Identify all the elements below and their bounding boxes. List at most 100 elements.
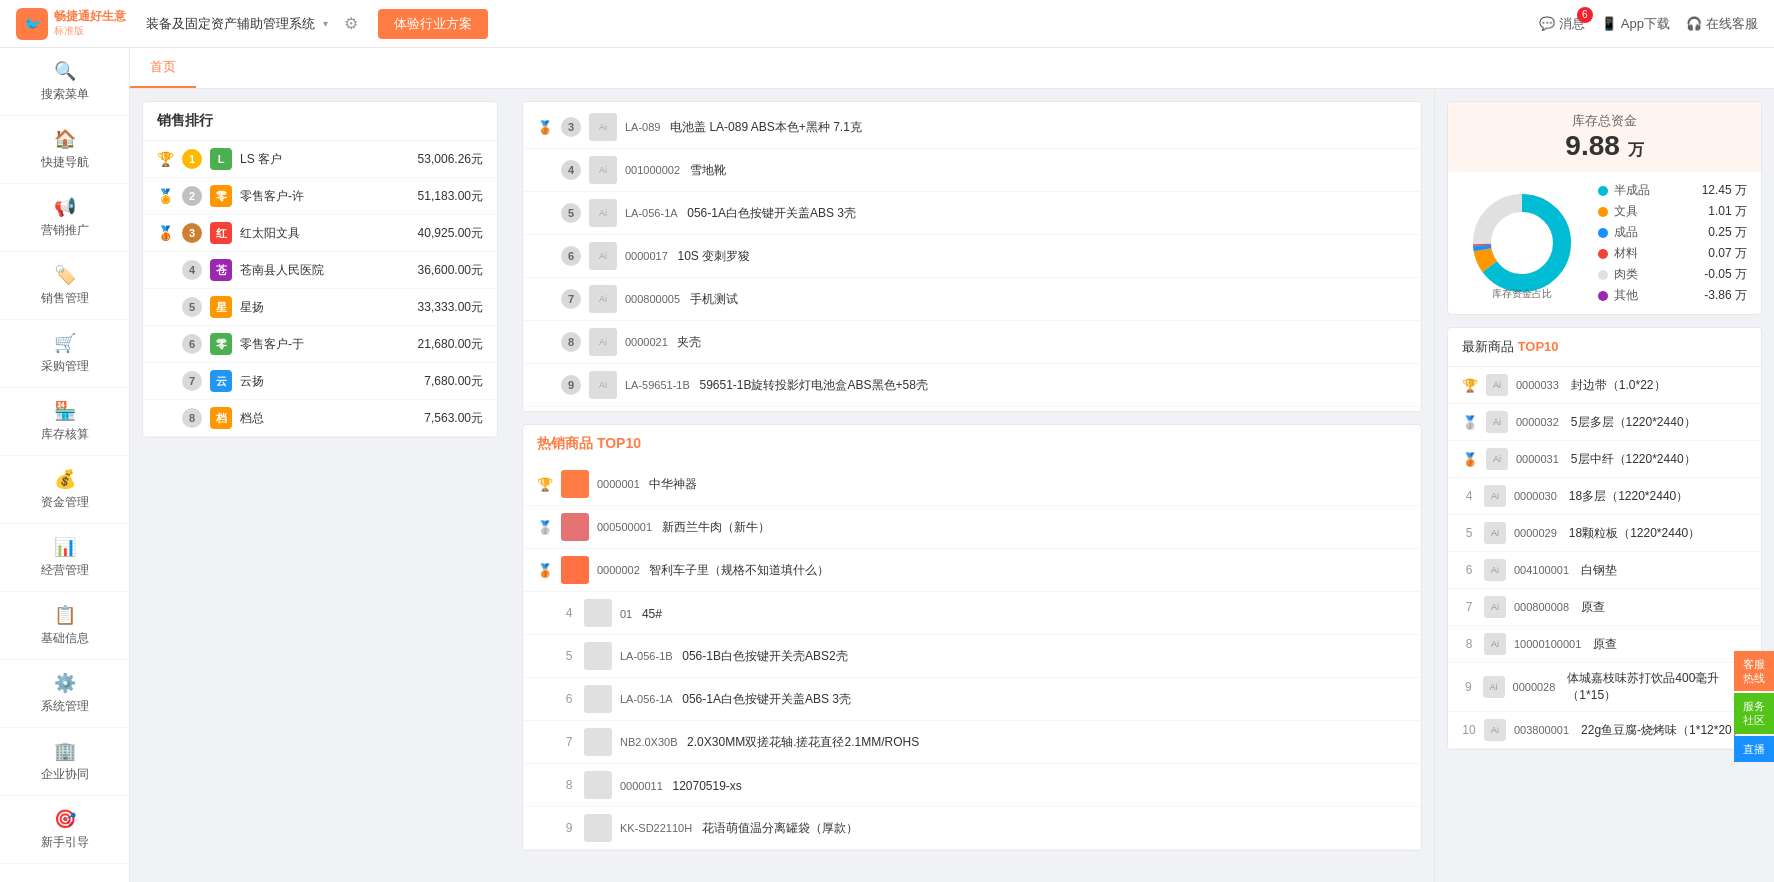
- sidebar-item-enterprise[interactable]: 🏢 企业协同: [0, 728, 129, 796]
- new-product-5: 5 Ai 0000029 18颗粒板（1220*2440）: [1448, 515, 1761, 552]
- rank-amount-8: 7,563.00元: [424, 410, 483, 427]
- hot-info-9: KK-SD22110H 花语萌值温分离罐袋（厚款）: [620, 820, 1407, 837]
- hot-name-3: 智利车子里（规格不知道填什么）: [649, 563, 829, 577]
- middle-rank-num-3: 3: [561, 117, 581, 137]
- hot-item-7: 🥉 7 NB2.0X30B 2.0X30MM双搓花轴.搓花直径2.1MM/ROH…: [523, 721, 1421, 764]
- rank-name-3: 红太阳文具: [240, 225, 410, 242]
- middle-product-img-3: Ai: [589, 113, 617, 141]
- new-code-2: 0000032: [1516, 416, 1559, 428]
- chart-legend: 半成品 12.45 万 文具 1.01 万 成品 0: [1598, 182, 1747, 304]
- new-code-3: 0000031: [1516, 453, 1559, 465]
- basic-icon: 📋: [54, 604, 76, 626]
- sidebar-label-guide: 新手引导: [41, 834, 89, 851]
- message-action[interactable]: 💬 消息 6: [1539, 15, 1585, 33]
- sidebar-item-inventory[interactable]: 🏪 库存核算: [0, 388, 129, 456]
- hot-code-9: KK-SD22110H: [620, 822, 692, 834]
- hot-item-4: 🥉 4 01 45#: [523, 592, 1421, 635]
- inventory-total-section: 库存总资金 9.88 万: [1448, 102, 1761, 172]
- inventory-label: 库存总资金: [1464, 112, 1745, 130]
- sidebar-item-purchase[interactable]: 🛒 采购管理: [0, 320, 129, 388]
- new-num-6: 6: [1462, 563, 1476, 577]
- rank-amount-4: 36,600.00元: [418, 262, 483, 279]
- legend-value-6: -3.86 万: [1704, 287, 1747, 304]
- new-img-9: Ai: [1483, 676, 1505, 698]
- rank-name-4: 苍南县人民医院: [240, 262, 410, 279]
- rank-num-3: 3: [182, 223, 202, 243]
- middle-product-code-4: 001000002: [625, 164, 680, 176]
- rank-num-6: 6: [182, 334, 202, 354]
- rank-num-5: 5: [182, 297, 202, 317]
- gear-icon[interactable]: ⚙: [344, 14, 358, 33]
- message-badge: 6: [1577, 7, 1593, 23]
- legend-dot-1: [1598, 186, 1608, 196]
- sales-ranking-body: 🏆 1 L LS 客户 53,006.26元 🏅 2 零 零售客户-许 51,1…: [143, 141, 497, 437]
- middle-product-code-6: 0000017: [625, 250, 668, 262]
- hot-img-2: [561, 513, 589, 541]
- hot-code-7: NB2.0X30B: [620, 736, 677, 748]
- sidebar-item-operation[interactable]: 📊 经营管理: [0, 524, 129, 592]
- hot-img-8: [584, 771, 612, 799]
- rank-trophy-3: 🥉: [537, 120, 553, 135]
- hot-rank-8: 8: [562, 778, 576, 792]
- new-product-9: 9 Ai 0000028 体城嘉枝味苏打饮品400毫升（1*15）: [1448, 663, 1761, 712]
- top-actions: 💬 消息 6 📱 App下载 🎧 在线客服: [1539, 15, 1758, 33]
- hot-name-9: 花语萌值温分离罐袋（厚款）: [702, 821, 858, 835]
- sidebar-item-finance[interactable]: 💰 资金管理: [0, 456, 129, 524]
- app-download-label: App下载: [1621, 15, 1670, 33]
- hot-img-1: [561, 470, 589, 498]
- newest-top10: TOP10: [1518, 339, 1559, 354]
- hot-item-8: 🥉 8 0000011 12070519-xs: [523, 764, 1421, 807]
- newest-products-list: 🏆 Ai 0000033 封边带（1.0*22） 🥈 Ai 0000032 5层…: [1448, 367, 1761, 749]
- hot-rank-5: 5: [562, 649, 576, 663]
- middle-product-img-8: Ai: [589, 328, 617, 356]
- float-btn-service[interactable]: 客服热线: [1734, 651, 1774, 692]
- float-btn-live[interactable]: 直播: [1734, 736, 1774, 762]
- rank-item-1: 🏆 1 L LS 客户 53,006.26元: [143, 141, 497, 178]
- new-product-6: 6 Ai 004100001 白钢垫: [1448, 552, 1761, 589]
- middle-product-7: 🥉 7 Ai 000800005 手机测试: [523, 278, 1421, 321]
- app-download-action[interactable]: 📱 App下载: [1601, 15, 1670, 33]
- legend-dot-2: [1598, 207, 1608, 217]
- trial-button[interactable]: 体验行业方案: [378, 9, 488, 39]
- hot-code-5: LA-056-1B: [620, 650, 673, 662]
- logo-icon: 🐦: [16, 8, 48, 40]
- sidebar-item-basic[interactable]: 📋 基础信息: [0, 592, 129, 660]
- middle-rank-num-5: 5: [561, 203, 581, 223]
- legend-name-2: 文具: [1614, 203, 1702, 220]
- sidebar: 🔍 搜索菜单 🏠 快捷导航 📢 营销推广 🏷️ 销售管理 🛒 采购管理 🏪 库存…: [0, 48, 130, 882]
- hot-code-4: 01: [620, 608, 632, 620]
- sidebar-item-search[interactable]: 🔍 搜索菜单: [0, 48, 129, 116]
- sidebar-item-quick[interactable]: 🏠 快捷导航: [0, 116, 129, 184]
- hot-rank-6: 6: [562, 692, 576, 706]
- sidebar-label-system: 系统管理: [41, 698, 89, 715]
- hot-products-title-text: 热销商品 TOP10: [537, 435, 641, 451]
- sidebar-item-system[interactable]: ⚙️ 系统管理: [0, 660, 129, 728]
- hot-products-list: 🏆 0000001 中华神器 🥈 000500001: [523, 463, 1421, 850]
- new-img-1: Ai: [1486, 374, 1508, 396]
- rank-name-8: 档总: [240, 410, 416, 427]
- new-product-1: 🏆 Ai 0000033 封边带（1.0*22）: [1448, 367, 1761, 404]
- online-service-action[interactable]: 🎧 在线客服: [1686, 15, 1758, 33]
- marketing-icon: 📢: [54, 196, 76, 218]
- float-btn-community[interactable]: 服务社区: [1734, 693, 1774, 734]
- rank-avatar-3: 红: [210, 222, 232, 244]
- hot-img-9: [584, 814, 612, 842]
- middle-rank-num-9: 9: [561, 375, 581, 395]
- middle-product-name-7: 手机测试: [690, 292, 738, 306]
- new-code-10: 003800001: [1514, 724, 1569, 736]
- new-name-6: 白钢垫: [1581, 562, 1617, 579]
- tab-home[interactable]: 首页: [130, 48, 196, 88]
- sidebar-item-sales[interactable]: 🏷️ 销售管理: [0, 252, 129, 320]
- rank-avatar-5: 星: [210, 296, 232, 318]
- hot-products-card: 热销商品 TOP10 🏆 0000001 中华神器 🥈: [522, 424, 1422, 851]
- rank-amount-7: 7,680.00元: [424, 373, 483, 390]
- sidebar-item-marketing[interactable]: 📢 营销推广: [0, 184, 129, 252]
- sidebar-item-guide[interactable]: 🎯 新手引导: [0, 796, 129, 864]
- donut-chart-area: 库存资金占比 半成品 12.45 万 文具 1.01 万: [1448, 172, 1761, 314]
- middle-product-img-9: Ai: [589, 371, 617, 399]
- hot-info-1: 0000001 中华神器: [597, 476, 1407, 493]
- legend-item-4: 材料 0.07 万: [1598, 245, 1747, 262]
- legend-name-1: 半成品: [1614, 182, 1696, 199]
- new-num-4: 4: [1462, 489, 1476, 503]
- dropdown-arrow-icon[interactable]: ▾: [323, 18, 328, 29]
